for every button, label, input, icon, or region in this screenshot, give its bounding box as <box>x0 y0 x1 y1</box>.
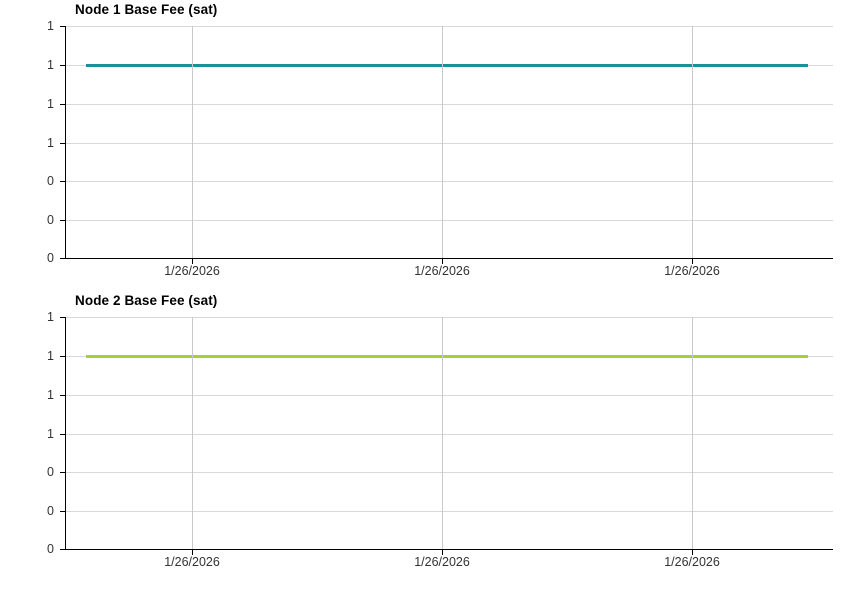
chart-node1-base-fee: Node 1 Base Fee (sat) 1 1 1 1 0 0 0 <box>0 0 860 285</box>
series-line-node2 <box>86 355 808 358</box>
y-tick-label: 1 <box>4 425 54 443</box>
y-tick-mark <box>60 356 65 357</box>
series-line-node1 <box>86 64 808 67</box>
y-tick-label: 1 <box>4 386 54 404</box>
x-tick-mark <box>192 550 193 555</box>
y-tick-mark <box>60 472 65 473</box>
y-tick-label: 1 <box>4 56 54 74</box>
chart-title: Node 1 Base Fee (sat) <box>75 0 217 20</box>
y-gridline <box>65 472 833 473</box>
y-tick-label: 0 <box>4 540 54 558</box>
y-tick-label: 1 <box>4 308 54 326</box>
y-gridline <box>65 26 833 27</box>
y-tick-mark <box>60 511 65 512</box>
x-tick-label: 1/26/2026 <box>632 554 752 570</box>
y-axis-line <box>65 26 66 259</box>
x-gridline <box>192 26 193 258</box>
y-gridline <box>65 104 833 105</box>
y-tick-mark <box>60 220 65 221</box>
x-axis-line <box>65 258 833 259</box>
y-gridline <box>65 434 833 435</box>
y-tick-mark <box>60 65 65 66</box>
x-tick-mark <box>692 259 693 264</box>
x-tick-mark <box>192 259 193 264</box>
y-tick-mark <box>60 549 65 550</box>
y-gridline <box>65 511 833 512</box>
x-gridline <box>442 26 443 258</box>
x-tick-label: 1/26/2026 <box>382 263 502 279</box>
y-tick-mark <box>60 26 65 27</box>
plot-area <box>65 26 833 259</box>
y-tick-label: 0 <box>4 211 54 229</box>
x-gridline <box>192 317 193 549</box>
chart-node2-base-fee: Node 2 Base Fee (sat) 1 1 1 1 0 0 0 <box>0 291 860 576</box>
x-tick-label: 1/26/2026 <box>132 263 252 279</box>
y-gridline <box>65 220 833 221</box>
y-tick-mark <box>60 395 65 396</box>
fee-charts-dashboard: Node 1 Base Fee (sat) 1 1 1 1 0 0 0 <box>0 0 860 600</box>
y-tick-label: 0 <box>4 502 54 520</box>
y-tick-mark <box>60 258 65 259</box>
x-tick-mark <box>692 550 693 555</box>
x-gridline <box>692 317 693 549</box>
y-tick-label: 0 <box>4 249 54 267</box>
x-axis-line <box>65 549 833 550</box>
plot-area <box>65 317 833 550</box>
chart-title: Node 2 Base Fee (sat) <box>75 291 217 311</box>
y-gridline <box>65 143 833 144</box>
y-tick-label: 1 <box>4 134 54 152</box>
x-gridline <box>692 26 693 258</box>
y-gridline <box>65 395 833 396</box>
x-tick-mark <box>442 259 443 264</box>
y-tick-label: 1 <box>4 347 54 365</box>
y-gridline <box>65 181 833 182</box>
x-tick-label: 1/26/2026 <box>132 554 252 570</box>
y-tick-label: 1 <box>4 17 54 35</box>
x-tick-label: 1/26/2026 <box>632 263 752 279</box>
y-tick-label: 0 <box>4 463 54 481</box>
y-tick-mark <box>60 434 65 435</box>
y-tick-mark <box>60 181 65 182</box>
y-tick-label: 0 <box>4 172 54 190</box>
x-tick-label: 1/26/2026 <box>382 554 502 570</box>
y-tick-label: 1 <box>4 95 54 113</box>
y-gridline <box>65 317 833 318</box>
x-gridline <box>442 317 443 549</box>
y-tick-mark <box>60 104 65 105</box>
y-tick-mark <box>60 317 65 318</box>
y-axis-line <box>65 317 66 550</box>
y-tick-mark <box>60 143 65 144</box>
x-tick-mark <box>442 550 443 555</box>
